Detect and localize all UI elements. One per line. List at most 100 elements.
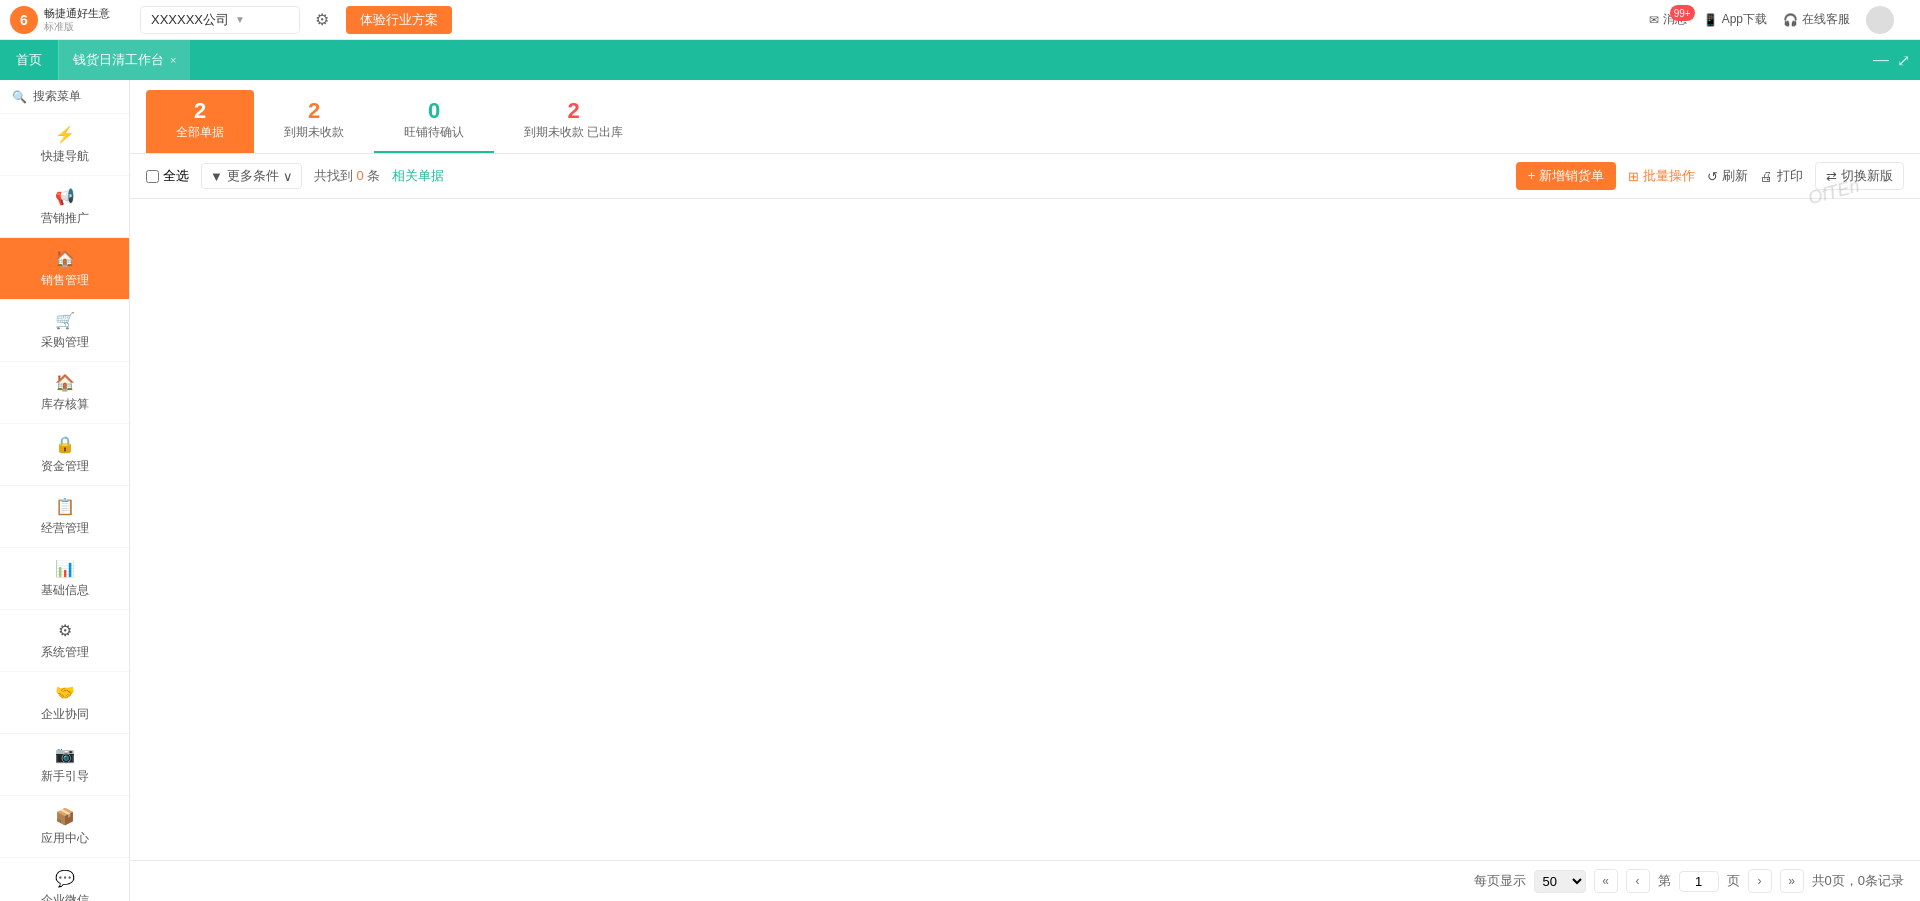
per-page-select[interactable]: 50 100 200 bbox=[1534, 870, 1586, 893]
trial-button[interactable]: 体验行业方案 bbox=[346, 6, 452, 34]
sidebar-item-wechat[interactable]: 💬 企业微信 bbox=[0, 858, 129, 901]
settings-icon[interactable]: ⚙ bbox=[308, 6, 336, 34]
main-layout: 🔍 搜索菜单 ⚡ 快捷导航 📢 营销推广 🏠 销售管理 🛒 采购管理 🏠 库存核… bbox=[0, 80, 1920, 901]
stat-tab-overdue[interactable]: 2 到期未收款 bbox=[254, 90, 374, 153]
sidebar-search[interactable]: 🔍 搜索菜单 bbox=[0, 80, 129, 114]
sidebar-item-marketing[interactable]: 📢 营销推广 bbox=[0, 176, 129, 238]
page-summary: 共0页，0条记录 bbox=[1812, 872, 1904, 890]
select-all-checkbox[interactable]: 全选 bbox=[146, 167, 189, 185]
sidebar-item-purchase[interactable]: 🛒 采购管理 bbox=[0, 300, 129, 362]
sidebar-item-basic-info[interactable]: 📊 基础信息 bbox=[0, 548, 129, 610]
refresh-icon: ↺ bbox=[1707, 169, 1718, 184]
tab-bar-right: — ⤢ bbox=[1873, 51, 1920, 70]
sidebar-label-operations: 经营管理 bbox=[41, 520, 89, 537]
found-count: 0 bbox=[357, 168, 364, 183]
sidebar-item-operations[interactable]: 📋 经营管理 bbox=[0, 486, 129, 548]
logo-text: 畅捷通好生意 标准版 bbox=[44, 6, 110, 33]
toolbar-right: + 新增销货单 ⊞ 批量操作 ↺ 刷新 🖨 打印 ⇄ 切换新版 bbox=[1516, 162, 1904, 190]
company-selector[interactable]: XXXXXX公司 ▼ bbox=[140, 6, 300, 34]
stat-label-all: 全部单据 bbox=[176, 124, 224, 141]
logo-icon: 6 bbox=[10, 6, 38, 34]
batch-icon: ⊞ bbox=[1628, 169, 1639, 184]
sidebar-label-purchase: 采购管理 bbox=[41, 334, 89, 351]
sidebar-label-finance: 资金管理 bbox=[41, 458, 89, 475]
page-prev-button[interactable]: ‹ bbox=[1626, 869, 1650, 893]
page-first-button[interactable]: « bbox=[1594, 869, 1618, 893]
sidebar-label-inventory: 库存核算 bbox=[41, 396, 89, 413]
cart-icon: 🛒 bbox=[55, 310, 75, 330]
clipboard-icon: 📋 bbox=[55, 496, 75, 516]
search-label: 搜索菜单 bbox=[33, 88, 81, 105]
sidebar-label-quick-nav: 快捷导航 bbox=[41, 148, 89, 165]
select-all-input[interactable] bbox=[146, 170, 159, 183]
page-prefix: 第 bbox=[1658, 872, 1671, 890]
sidebar-label-guide: 新手引导 bbox=[41, 768, 89, 785]
switch-version-button[interactable]: ⇄ 切换新版 bbox=[1815, 162, 1904, 190]
sidebar-label-wechat: 企业微信 bbox=[41, 892, 89, 901]
system-icon: ⚙ bbox=[55, 620, 75, 640]
filter-arrow: ∨ bbox=[283, 169, 293, 184]
table-icon: 📊 bbox=[55, 558, 75, 578]
print-button[interactable]: 🖨 打印 bbox=[1760, 167, 1803, 185]
handshake-icon: 🤝 bbox=[55, 682, 75, 702]
related-link[interactable]: 相关单据 bbox=[392, 167, 444, 185]
logo-area: 6 畅捷通好生意 标准版 bbox=[10, 6, 140, 34]
headset-icon: 🎧 bbox=[1783, 13, 1798, 27]
tab-bar: 首页 钱货日清工作台 × — ⤢ bbox=[0, 40, 1920, 80]
stat-label-unshipped: 到期未收款 已出库 bbox=[524, 124, 623, 141]
more-filters-button[interactable]: ▼ 更多条件 ∨ bbox=[201, 163, 302, 189]
per-page-label: 每页显示 bbox=[1474, 872, 1526, 890]
page-suffix: 页 bbox=[1727, 872, 1740, 890]
stat-tab-pending[interactable]: 0 旺铺待确认 bbox=[374, 90, 494, 153]
tab-active[interactable]: 钱货日清工作台 × bbox=[59, 40, 190, 80]
sidebar-item-app-center[interactable]: 📦 应用中心 bbox=[0, 796, 129, 858]
refresh-button[interactable]: ↺ 刷新 bbox=[1707, 167, 1748, 185]
page-last-button[interactable]: » bbox=[1780, 869, 1804, 893]
sidebar-item-finance[interactable]: 🔒 资金管理 bbox=[0, 424, 129, 486]
megaphone-icon: 📢 bbox=[55, 186, 75, 206]
message-icon: ✉ bbox=[1649, 13, 1659, 27]
page-number-input[interactable] bbox=[1679, 871, 1719, 892]
sidebar-item-enterprise[interactable]: 🤝 企业协同 bbox=[0, 672, 129, 734]
sidebar-item-guide[interactable]: 📷 新手引导 bbox=[0, 734, 129, 796]
sidebar-item-sales[interactable]: 🏠 销售管理 bbox=[0, 238, 129, 300]
guide-icon: 📷 bbox=[55, 744, 75, 764]
stat-label-overdue: 到期未收款 bbox=[284, 124, 344, 141]
add-sales-button[interactable]: + 新增销货单 bbox=[1516, 162, 1616, 190]
online-service-item[interactable]: 🎧 在线客服 bbox=[1783, 11, 1850, 28]
sidebar: 🔍 搜索菜单 ⚡ 快捷导航 📢 营销推广 🏠 销售管理 🛒 采购管理 🏠 库存核… bbox=[0, 80, 130, 901]
stat-count-pending: 0 bbox=[428, 98, 440, 124]
messages-item[interactable]: ✉ 消息 99+ bbox=[1649, 11, 1687, 28]
online-service-label: 在线客服 bbox=[1802, 11, 1850, 28]
sidebar-label-enterprise: 企业协同 bbox=[41, 706, 89, 723]
top-header: 6 畅捷通好生意 标准版 XXXXXX公司 ▼ ⚙ 体验行业方案 ✉ 消息 99… bbox=[0, 0, 1920, 40]
stat-tab-all[interactable]: 2 全部单据 bbox=[146, 90, 254, 153]
stat-count-unshipped: 2 bbox=[568, 98, 580, 124]
batch-ops-button[interactable]: ⊞ 批量操作 bbox=[1628, 167, 1695, 185]
select-all-label: 全选 bbox=[163, 167, 189, 185]
avatar[interactable] bbox=[1866, 6, 1894, 34]
page-next-button[interactable]: › bbox=[1748, 869, 1772, 893]
sidebar-item-inventory[interactable]: 🏠 库存核算 bbox=[0, 362, 129, 424]
messages-badge: 99+ bbox=[1670, 5, 1695, 21]
stat-tab-unshipped[interactable]: 2 到期未收款 已出库 bbox=[494, 90, 653, 153]
sidebar-label-app-center: 应用中心 bbox=[41, 830, 89, 847]
found-text: 共找到 0 条 bbox=[314, 167, 380, 185]
tab-minimize-icon[interactable]: — bbox=[1873, 51, 1889, 69]
tab-home[interactable]: 首页 bbox=[0, 40, 59, 80]
print-icon: 🖨 bbox=[1760, 169, 1773, 184]
toolbar: 全选 ▼ 更多条件 ∨ 共找到 0 条 相关单据 + 新增销货单 ⊞ 批量操作 bbox=[130, 154, 1920, 199]
pagination-bar: 每页显示 50 100 200 « ‹ 第 页 › » 共0页，0条记录 bbox=[130, 860, 1920, 901]
filter-label: 更多条件 bbox=[227, 167, 279, 185]
phone-icon: 📱 bbox=[1703, 13, 1718, 27]
sidebar-label-marketing: 营销推广 bbox=[41, 210, 89, 227]
sidebar-label-basic-info: 基础信息 bbox=[41, 582, 89, 599]
sidebar-item-system[interactable]: ⚙ 系统管理 bbox=[0, 610, 129, 672]
company-arrow-icon: ▼ bbox=[235, 14, 245, 25]
app-download-label: App下载 bbox=[1722, 11, 1767, 28]
sidebar-item-quick-nav[interactable]: ⚡ 快捷导航 bbox=[0, 114, 129, 176]
tab-close-icon[interactable]: × bbox=[170, 54, 176, 66]
app-download-item[interactable]: 📱 App下载 bbox=[1703, 11, 1767, 28]
tab-maximize-icon[interactable]: ⤢ bbox=[1897, 51, 1910, 70]
stats-tabs: 2 全部单据 2 到期未收款 0 旺铺待确认 2 到期未收款 已出库 bbox=[130, 80, 1920, 154]
